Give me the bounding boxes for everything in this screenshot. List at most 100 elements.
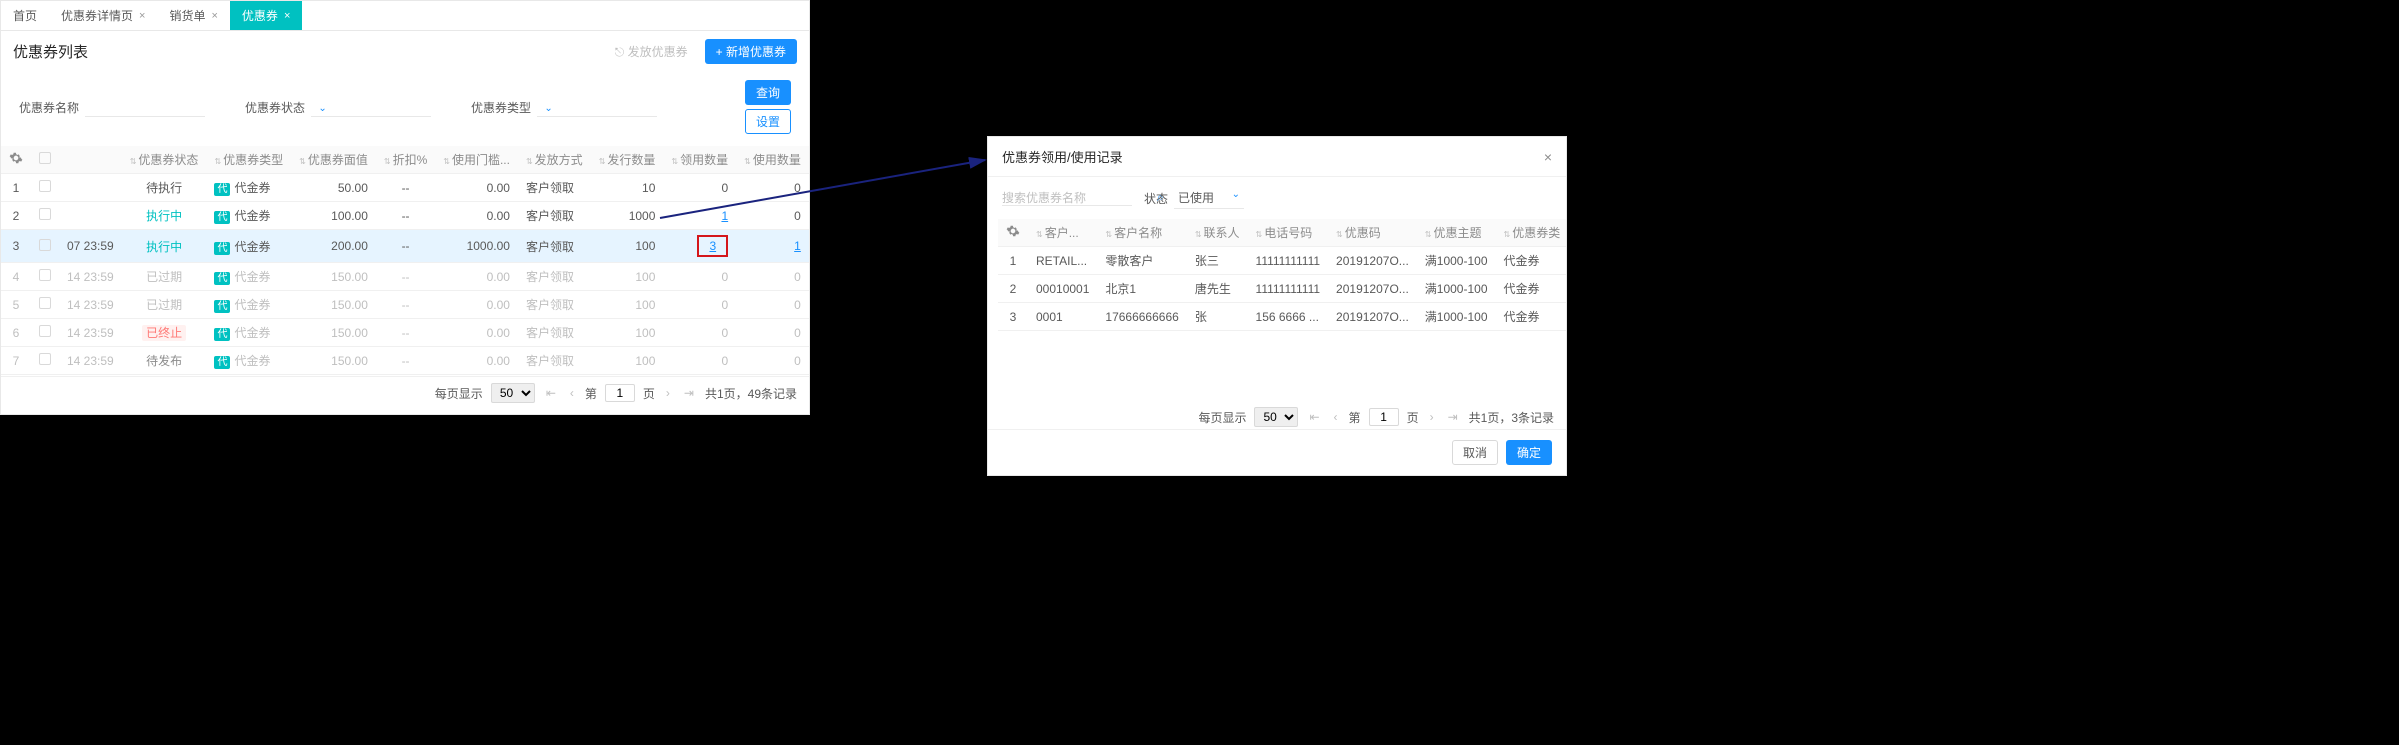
checkbox[interactable] bbox=[39, 152, 51, 164]
row-type: 代代金券 bbox=[206, 174, 291, 202]
modal-status-select[interactable]: 已使用 ⌄ bbox=[1174, 187, 1244, 209]
claim-qty-link[interactable]: 1 bbox=[721, 209, 728, 223]
table-row[interactable]: 6 14 23:59 已终止 代代金券 150.00 -- 0.00 客户领取 … bbox=[1, 319, 809, 347]
row-checkbox[interactable] bbox=[39, 208, 51, 220]
col-gear[interactable] bbox=[998, 219, 1028, 247]
close-icon[interactable]: × bbox=[211, 10, 217, 22]
row-issue-method: 客户领取 bbox=[518, 230, 591, 263]
row-issue-method: 客户领取 bbox=[518, 347, 591, 375]
row-discount: -- bbox=[376, 174, 435, 202]
col-type[interactable]: ⇅优惠券类型 bbox=[206, 146, 291, 174]
row-checkbox[interactable] bbox=[39, 269, 51, 281]
close-icon[interactable]: × bbox=[1544, 149, 1552, 165]
row-claim-qty: 0 bbox=[663, 319, 736, 347]
filter-name-label: 优惠券名称 bbox=[19, 99, 79, 116]
chevron-down-icon: ⌄ bbox=[1232, 189, 1240, 200]
row-cust-name: 17666666666 bbox=[1097, 303, 1186, 331]
row-no: 1 bbox=[998, 247, 1028, 275]
modal-page-input[interactable] bbox=[1369, 408, 1399, 426]
voucher-badge: 代 bbox=[214, 183, 230, 196]
per-page-select[interactable]: 50 bbox=[491, 383, 535, 403]
row-checkbox[interactable] bbox=[39, 180, 51, 192]
row-checkbox[interactable] bbox=[39, 353, 51, 365]
table-row[interactable]: 4 14 23:59 已过期 代代金券 150.00 -- 0.00 客户领取 … bbox=[1, 263, 809, 291]
close-icon[interactable]: × bbox=[284, 10, 290, 22]
row-issue-method: 客户领取 bbox=[518, 291, 591, 319]
col-cust-code[interactable]: ⇅客户... bbox=[1028, 219, 1097, 247]
row-issue-qty: 1000 bbox=[591, 202, 664, 230]
col-coupon-type[interactable]: ⇅优惠券类 bbox=[1496, 219, 1567, 247]
row-no: 3 bbox=[998, 303, 1028, 331]
row-claim-qty: 3 bbox=[663, 230, 736, 263]
distribute-coupon-button[interactable]: ⎋ 发放优惠券 bbox=[604, 39, 699, 64]
col-subject[interactable]: ⇅优惠主题 bbox=[1417, 219, 1496, 247]
table-row[interactable]: 1 RETAIL... 零散客户 张三 11111111111 20191207… bbox=[998, 247, 1566, 275]
usage-table-wrap: ⇅客户... ⇅客户名称 ⇅联系人 ⇅电话号码 ⇅优惠码 ⇅优惠主题 ⇅优惠券类… bbox=[988, 219, 1566, 399]
tab-coupon-detail[interactable]: 优惠券详情页× bbox=[49, 1, 157, 30]
row-checkbox[interactable] bbox=[39, 325, 51, 337]
prev-page-icon[interactable]: ‹ bbox=[1331, 410, 1341, 424]
col-claim-qty[interactable]: ⇅领用数量 bbox=[663, 146, 736, 174]
col-threshold[interactable]: ⇅使用门槛... bbox=[435, 146, 518, 174]
table-row[interactable]: 2 00010001 北京1 唐先生 11111111111 20191207O… bbox=[998, 275, 1566, 303]
table-row[interactable]: 1 待执行 代代金券 50.00 -- 0.00 客户领取 10 0 0 ⎋ ⊞ bbox=[1, 174, 809, 202]
row-discount: -- bbox=[376, 347, 435, 375]
first-page-icon[interactable]: ⇤ bbox=[543, 386, 559, 400]
last-page-icon[interactable]: ⇥ bbox=[681, 386, 697, 400]
col-coupon-code[interactable]: ⇅优惠码 bbox=[1328, 219, 1417, 247]
col-discount[interactable]: ⇅折扣% bbox=[376, 146, 435, 174]
add-coupon-button[interactable]: 新增优惠券 bbox=[705, 39, 797, 64]
row-use-qty: 0 bbox=[736, 291, 809, 319]
table-row[interactable]: 3 07 23:59 执行中 代代金券 200.00 -- 1000.00 客户… bbox=[1, 230, 809, 263]
search-input[interactable] bbox=[1002, 191, 1157, 205]
col-use-qty[interactable]: ⇅使用数量 bbox=[736, 146, 809, 174]
col-face[interactable]: ⇅优惠券面值 bbox=[291, 146, 376, 174]
settings-button[interactable]: 设置 bbox=[745, 109, 791, 134]
prev-page-icon[interactable]: ‹ bbox=[567, 386, 577, 400]
col-issue-qty[interactable]: ⇅发行数量 bbox=[591, 146, 664, 174]
modal-header: 优惠券领用/使用记录 × bbox=[988, 137, 1566, 177]
filter-name-input[interactable] bbox=[85, 98, 205, 117]
last-page-icon[interactable]: ⇥ bbox=[1445, 410, 1461, 424]
modal-per-page-select[interactable]: 50 bbox=[1254, 407, 1298, 427]
col-time bbox=[59, 146, 122, 174]
filter-type-select[interactable]: ⌄ bbox=[537, 98, 657, 117]
close-icon[interactable]: × bbox=[139, 10, 145, 22]
row-coupon-type: 代金券 bbox=[1496, 247, 1567, 275]
col-status[interactable]: ⇅优惠券状态 bbox=[122, 146, 207, 174]
query-button[interactable]: 查询 bbox=[745, 80, 791, 105]
row-checkbox[interactable] bbox=[39, 297, 51, 309]
row-cust-code: 0001 bbox=[1028, 303, 1097, 331]
col-issue-method[interactable]: ⇅发放方式 bbox=[518, 146, 591, 174]
next-page-icon[interactable]: › bbox=[1427, 410, 1437, 424]
confirm-button[interactable]: 确定 bbox=[1506, 440, 1552, 465]
claim-qty-link[interactable]: 3 bbox=[697, 235, 728, 257]
table-row[interactable]: 5 14 23:59 已过期 代代金券 150.00 -- 0.00 客户领取 … bbox=[1, 291, 809, 319]
coupon-table-wrap: ⇅优惠券状态 ⇅优惠券类型 ⇅优惠券面值 ⇅折扣% ⇅使用门槛... ⇅发放方式… bbox=[1, 146, 809, 376]
page-input[interactable] bbox=[605, 384, 635, 402]
col-checkbox[interactable] bbox=[31, 146, 59, 174]
row-discount: -- bbox=[376, 291, 435, 319]
next-page-icon[interactable]: › bbox=[663, 386, 673, 400]
col-gear[interactable] bbox=[1, 146, 31, 174]
row-no: 2 bbox=[1, 202, 31, 230]
row-checkbox[interactable] bbox=[39, 239, 51, 251]
use-qty-link[interactable]: 1 bbox=[794, 239, 801, 253]
row-no: 4 bbox=[1, 263, 31, 291]
cancel-button[interactable]: 取消 bbox=[1452, 440, 1498, 465]
filter-status-select[interactable]: ⌄ bbox=[311, 98, 431, 117]
col-contact[interactable]: ⇅联系人 bbox=[1187, 219, 1248, 247]
table-row[interactable]: 3 0001 17666666666 张 156 6666 ... 201912… bbox=[998, 303, 1566, 331]
row-time: 14 23:59 bbox=[59, 347, 122, 375]
tab-home[interactable]: 首页 bbox=[1, 1, 49, 30]
table-row[interactable]: 2 执行中 代代金券 100.00 -- 0.00 客户领取 1000 1 0 … bbox=[1, 202, 809, 230]
table-row[interactable]: 7 14 23:59 待发布 代代金券 150.00 -- 0.00 客户领取 … bbox=[1, 347, 809, 375]
col-phone[interactable]: ⇅电话号码 bbox=[1248, 219, 1329, 247]
first-page-icon[interactable]: ⇤ bbox=[1306, 410, 1322, 424]
col-cust-name[interactable]: ⇅客户名称 bbox=[1097, 219, 1186, 247]
row-type: 代代金券 bbox=[206, 230, 291, 263]
tab-coupon[interactable]: 优惠券× bbox=[230, 1, 302, 30]
tab-sales-order[interactable]: 销货单× bbox=[157, 1, 229, 30]
row-no: 5 bbox=[1, 291, 31, 319]
row-type: 代代金券 bbox=[206, 347, 291, 375]
